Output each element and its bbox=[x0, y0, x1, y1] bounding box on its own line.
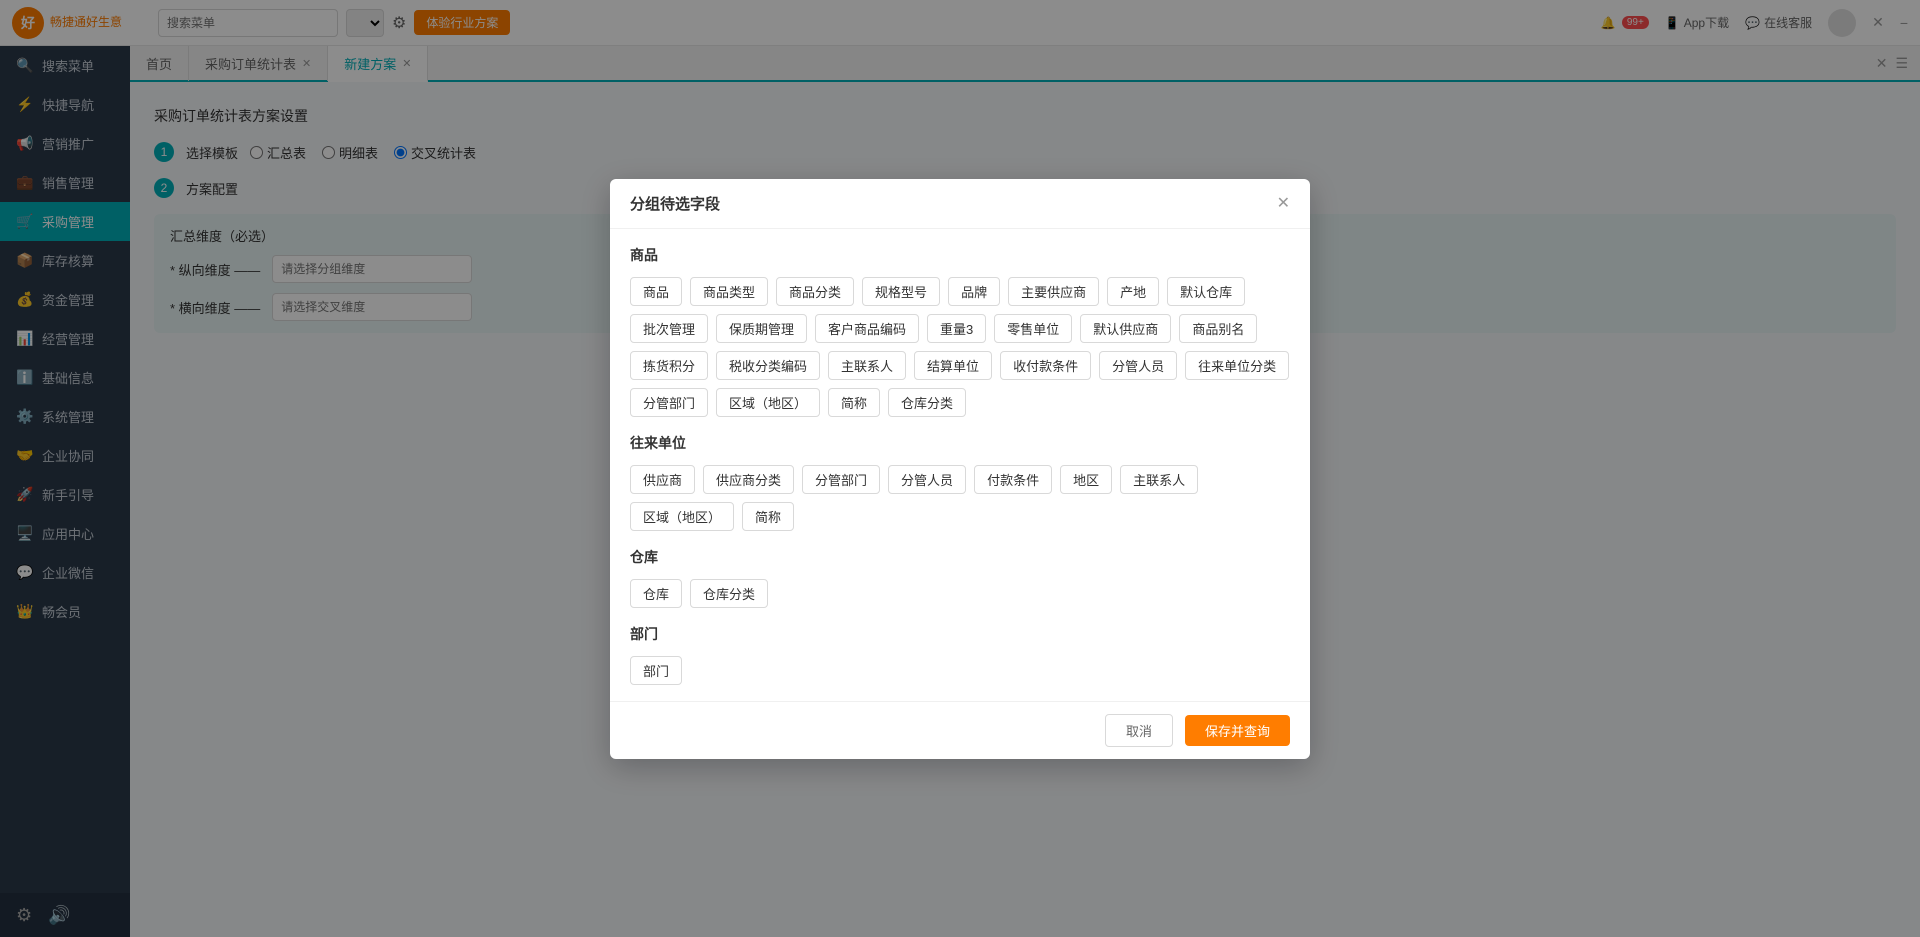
field-default-supplier[interactable]: 默认供应商 bbox=[1080, 314, 1171, 343]
section-warehouse-fields: 仓库 仓库分类 bbox=[630, 579, 1290, 608]
modal-close-button[interactable]: ✕ bbox=[1277, 193, 1290, 213]
field-payment-cond[interactable]: 付款条件 bbox=[974, 465, 1052, 494]
modal: 分组待选字段 ✕ 商品 商品 商品类型 商品分类 规格型号 品牌 主要供应商 产… bbox=[610, 179, 1310, 759]
field-batch-mgmt[interactable]: 批次管理 bbox=[630, 314, 708, 343]
field-short-name-goods[interactable]: 简称 bbox=[828, 388, 880, 417]
section-goods-fields: 商品 商品类型 商品分类 规格型号 品牌 主要供应商 产地 默认仓库 批次管理 … bbox=[630, 277, 1290, 417]
field-goods[interactable]: 商品 bbox=[630, 277, 682, 306]
field-brand[interactable]: 品牌 bbox=[948, 277, 1000, 306]
field-goods-category[interactable]: 商品分类 bbox=[776, 277, 854, 306]
cancel-button[interactable]: 取消 bbox=[1105, 714, 1173, 747]
field-weight3[interactable]: 重量3 bbox=[927, 314, 986, 343]
field-region-goods[interactable]: 区域（地区） bbox=[716, 388, 820, 417]
section-warehouse-title: 仓库 bbox=[630, 547, 1290, 567]
field-goods-type[interactable]: 商品类型 bbox=[690, 277, 768, 306]
field-region-partner[interactable]: 地区 bbox=[1060, 465, 1112, 494]
field-retail-unit[interactable]: 零售单位 bbox=[994, 314, 1072, 343]
field-tax-code[interactable]: 税收分类编码 bbox=[716, 351, 820, 380]
section-dept-title: 部门 bbox=[630, 624, 1290, 644]
modal-header: 分组待选字段 ✕ bbox=[610, 179, 1310, 229]
field-pick-points[interactable]: 拣货积分 bbox=[630, 351, 708, 380]
field-warehouse[interactable]: 仓库 bbox=[630, 579, 682, 608]
field-manager-staff[interactable]: 分管人员 bbox=[1099, 351, 1177, 380]
field-manage-dept[interactable]: 分管部门 bbox=[630, 388, 708, 417]
field-customer-code[interactable]: 客户商品编码 bbox=[815, 314, 919, 343]
field-dept[interactable]: 部门 bbox=[630, 656, 682, 685]
field-main-supplier[interactable]: 主要供应商 bbox=[1008, 277, 1099, 306]
field-supplier[interactable]: 供应商 bbox=[630, 465, 695, 494]
section-goods-title: 商品 bbox=[630, 245, 1290, 265]
field-staff-partner[interactable]: 分管人员 bbox=[888, 465, 966, 494]
confirm-button[interactable]: 保存并查询 bbox=[1185, 715, 1290, 746]
field-payment-terms[interactable]: 收付款条件 bbox=[1000, 351, 1091, 380]
modal-title: 分组待选字段 bbox=[630, 193, 720, 214]
field-dept-partner[interactable]: 分管部门 bbox=[802, 465, 880, 494]
modal-footer: 取消 保存并查询 bbox=[610, 701, 1310, 759]
section-dept-fields: 部门 bbox=[630, 656, 1290, 685]
field-main-contact[interactable]: 主联系人 bbox=[828, 351, 906, 380]
field-origin[interactable]: 产地 bbox=[1107, 277, 1159, 306]
field-settlement-unit[interactable]: 结算单位 bbox=[914, 351, 992, 380]
section-partner-fields: 供应商 供应商分类 分管部门 分管人员 付款条件 地区 主联系人 区域（地区） … bbox=[630, 465, 1290, 531]
field-warehouse-category-goods[interactable]: 仓库分类 bbox=[888, 388, 966, 417]
field-goods-alias[interactable]: 商品别名 bbox=[1179, 314, 1257, 343]
field-spec-model[interactable]: 规格型号 bbox=[862, 277, 940, 306]
modal-body: 商品 商品 商品类型 商品分类 规格型号 品牌 主要供应商 产地 默认仓库 批次… bbox=[610, 229, 1310, 701]
section-partner-title: 往来单位 bbox=[630, 433, 1290, 453]
field-default-warehouse[interactable]: 默认仓库 bbox=[1167, 277, 1245, 306]
field-shelf-life[interactable]: 保质期管理 bbox=[716, 314, 807, 343]
modal-overlay: 分组待选字段 ✕ 商品 商品 商品类型 商品分类 规格型号 品牌 主要供应商 产… bbox=[0, 0, 1920, 937]
field-short-name-partner[interactable]: 简称 bbox=[742, 502, 794, 531]
field-partner-category[interactable]: 往来单位分类 bbox=[1185, 351, 1289, 380]
field-main-contact-partner[interactable]: 主联系人 bbox=[1120, 465, 1198, 494]
field-supplier-category[interactable]: 供应商分类 bbox=[703, 465, 794, 494]
field-region2-partner[interactable]: 区域（地区） bbox=[630, 502, 734, 531]
field-warehouse-category[interactable]: 仓库分类 bbox=[690, 579, 768, 608]
